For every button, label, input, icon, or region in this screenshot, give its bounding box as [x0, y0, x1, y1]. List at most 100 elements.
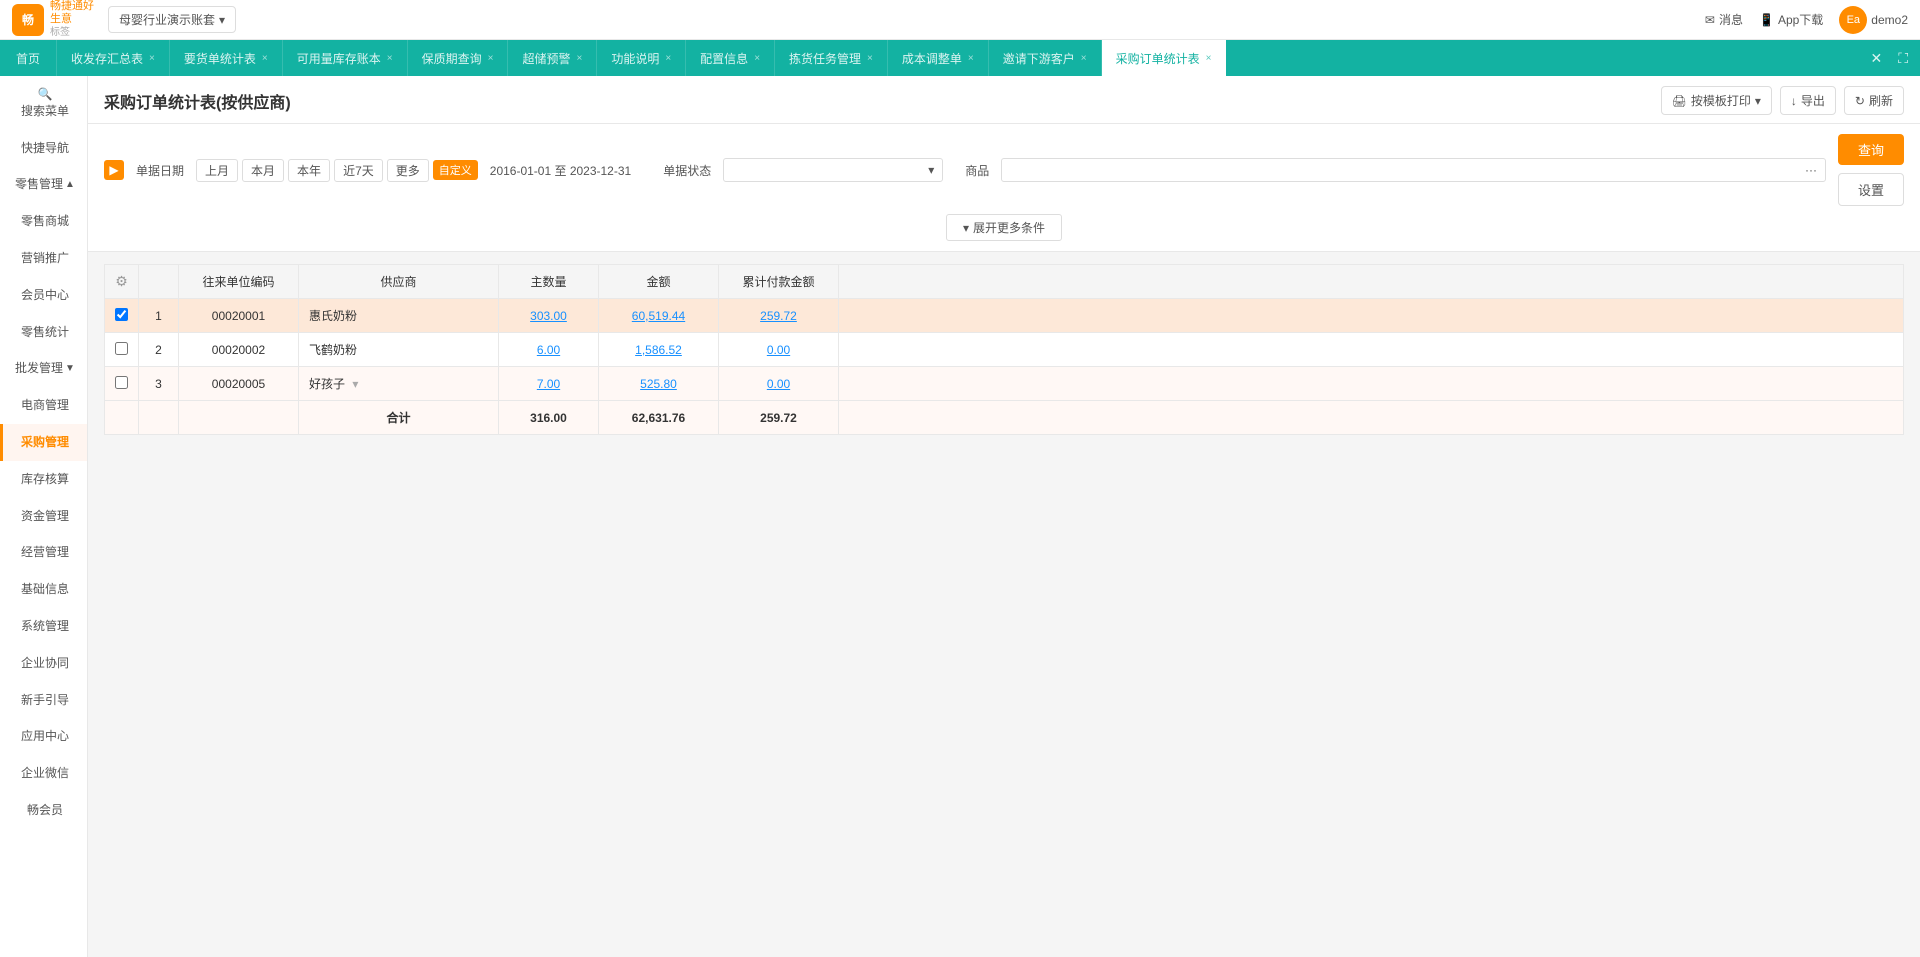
nav-right-buttons: ✕ ⛶ [1862, 50, 1920, 67]
sidebar-item-finance[interactable]: 资金管理 [0, 498, 87, 535]
row-qty-link-3[interactable]: 7.00 [537, 377, 560, 391]
date-range-display: 2016-01-01 至 2023-12-31 [490, 162, 631, 179]
close-overstock[interactable]: × [576, 53, 582, 64]
tab-function-desc[interactable]: 功能说明 × [597, 40, 686, 76]
sidebar-item-retail-mall[interactable]: 零售商城 [0, 203, 87, 240]
tab-overstock[interactable]: 超储预警 × [508, 40, 597, 76]
sidebar-item-newbie[interactable]: 新手引导 [0, 682, 87, 719]
row-amount-link-1[interactable]: 60,519.44 [632, 309, 685, 323]
close-all-tabs-btn[interactable]: ✕ [1862, 50, 1890, 67]
close-order-stat[interactable]: × [262, 53, 268, 64]
row-paid-3[interactable]: 0.00 [719, 367, 839, 401]
row-qty-1[interactable]: 303.00 [499, 299, 599, 333]
app-download-btn[interactable]: 📱 App下载 [1759, 11, 1823, 28]
row-code-1: 00020001 [179, 299, 299, 333]
goods-input[interactable]: ··· [1001, 158, 1826, 182]
row-paid-link-1[interactable]: 259.72 [760, 309, 797, 323]
close-function-desc[interactable]: × [665, 53, 671, 64]
sidebar-item-member[interactable]: 会员中心 [0, 277, 87, 314]
row-amount-1[interactable]: 60,519.44 [599, 299, 719, 333]
row-paid-link-3[interactable]: 0.00 [767, 377, 790, 391]
date-more-btn[interactable]: 更多 [387, 159, 429, 182]
filter-more-row: ▾ 展开更多条件 [104, 214, 1904, 241]
query-button[interactable]: 查询 [1838, 134, 1904, 165]
row-amount-link-3[interactable]: 525.80 [640, 377, 677, 391]
close-pick-task[interactable]: × [867, 53, 873, 64]
row-amount-2[interactable]: 1,586.52 [599, 333, 719, 367]
workspace-selector[interactable]: 母婴行业演示账套 ▾ [108, 6, 236, 33]
sidebar-item-operation[interactable]: 经营管理 [0, 534, 87, 571]
sidebar-item-ecommerce[interactable]: 电商管理 [0, 387, 87, 424]
col-header-extra [839, 265, 1904, 299]
sidebar-item-marketing[interactable]: 营销推广 [0, 240, 87, 277]
sidebar-item-enterprise-wechat[interactable]: 企业微信 [0, 755, 87, 792]
row-check-3[interactable] [105, 367, 139, 401]
inventory-label: 库存核算 [7, 471, 83, 488]
date-last-month-btn[interactable]: 上月 [196, 159, 238, 182]
maximize-btn[interactable]: ⛶ [1890, 50, 1916, 67]
row-check-1[interactable] [105, 299, 139, 333]
tab-purchase-stat[interactable]: 采购订单统计表 × [1102, 40, 1227, 76]
tab-inventory-book[interactable]: 可用量库存账本 × [283, 40, 408, 76]
sidebar-item-retail-mgmt[interactable]: 零售管理 ▲ [0, 166, 87, 203]
row-qty-link-1[interactable]: 303.00 [530, 309, 567, 323]
date-7days-btn[interactable]: 近7天 [334, 159, 383, 182]
export-button[interactable]: ↓ 导出 [1780, 86, 1836, 115]
row-paid-1[interactable]: 259.72 [719, 299, 839, 333]
tab-home[interactable]: 首页 [0, 40, 57, 76]
sidebar-item-inventory[interactable]: 库存核算 [0, 461, 87, 498]
workspace-label: 母婴行业演示账套 [119, 11, 215, 28]
row-checkbox-3[interactable] [115, 376, 128, 389]
sidebar-item-retail-stat[interactable]: 零售统计 [0, 314, 87, 351]
sidebar-item-search[interactable]: 🔍 搜索菜单 [0, 76, 87, 130]
row-checkbox-1[interactable] [115, 308, 128, 321]
tab-invite-downstream[interactable]: 邀请下游客户 × [989, 40, 1102, 76]
row-qty-link-2[interactable]: 6.00 [537, 343, 560, 357]
date-custom-tag[interactable]: 自定义 [433, 160, 478, 180]
sidebar-item-quick-nav[interactable]: 快捷导航 [0, 130, 87, 167]
row-check-2[interactable] [105, 333, 139, 367]
row-paid-2[interactable]: 0.00 [719, 333, 839, 367]
close-config-info[interactable]: × [754, 53, 760, 64]
sidebar-item-member2[interactable]: 畅会员 [0, 792, 87, 829]
row-qty-2[interactable]: 6.00 [499, 333, 599, 367]
tab-cost-adjust[interactable]: 成本调整单 × [888, 40, 989, 76]
close-invite-downstream[interactable]: × [1081, 53, 1087, 64]
sidebar-item-system[interactable]: 系统管理 [0, 608, 87, 645]
settings-button[interactable]: 设置 [1838, 173, 1904, 206]
column-settings-icon[interactable]: ⚙ [115, 273, 128, 289]
tab-config-info[interactable]: 配置信息 × [686, 40, 775, 76]
print-button[interactable]: 🖨 按模板打印 ▾ [1661, 86, 1772, 115]
tab-order-stat[interactable]: 要货单统计表 × [170, 40, 283, 76]
expand-row-icon[interactable]: ▾ [352, 377, 358, 391]
message-btn[interactable]: ✉ 消息 [1705, 11, 1743, 28]
sidebar-item-purchase[interactable]: 采购管理 [0, 424, 87, 461]
close-cost-adjust[interactable]: × [968, 53, 974, 64]
tab-collect-pay[interactable]: 收发存汇总表 × [57, 40, 170, 76]
close-inventory-book[interactable]: × [387, 53, 393, 64]
tab-pick-task[interactable]: 拣货任务管理 × [775, 40, 888, 76]
row-amount-link-2[interactable]: 1,586.52 [635, 343, 682, 357]
row-amount-3[interactable]: 525.80 [599, 367, 719, 401]
filter-toggle-btn[interactable]: ▶ [104, 160, 124, 180]
sidebar-item-basic-info[interactable]: 基础信息 [0, 571, 87, 608]
row-qty-3[interactable]: 7.00 [499, 367, 599, 401]
tab-expiry-query[interactable]: 保质期查询 × [408, 40, 509, 76]
expand-more-btn[interactable]: ▾ 展开更多条件 [946, 214, 1062, 241]
user-area[interactable]: Ea demo2 [1839, 6, 1908, 34]
close-collect-pay[interactable]: × [149, 53, 155, 64]
user-name: demo2 [1871, 13, 1908, 27]
app-center-label: 应用中心 [7, 728, 83, 745]
sidebar-item-cooperation[interactable]: 企业协同 [0, 645, 87, 682]
refresh-button[interactable]: ↻ 刷新 [1844, 86, 1904, 115]
date-this-year-btn[interactable]: 本年 [288, 159, 330, 182]
table-area: ⚙ 往来单位编码 供应商 主数量 金额 累计付款金额 1 [88, 252, 1920, 957]
sidebar-item-wholesale[interactable]: 批发管理 ▼ [0, 350, 87, 387]
row-checkbox-2[interactable] [115, 342, 128, 355]
close-purchase-stat[interactable]: × [1206, 53, 1212, 64]
date-this-month-btn[interactable]: 本月 [242, 159, 284, 182]
status-select[interactable]: ▾ [723, 158, 943, 182]
sidebar-item-app-center[interactable]: 应用中心 [0, 718, 87, 755]
close-expiry-query[interactable]: × [488, 53, 494, 64]
row-paid-link-2[interactable]: 0.00 [767, 343, 790, 357]
